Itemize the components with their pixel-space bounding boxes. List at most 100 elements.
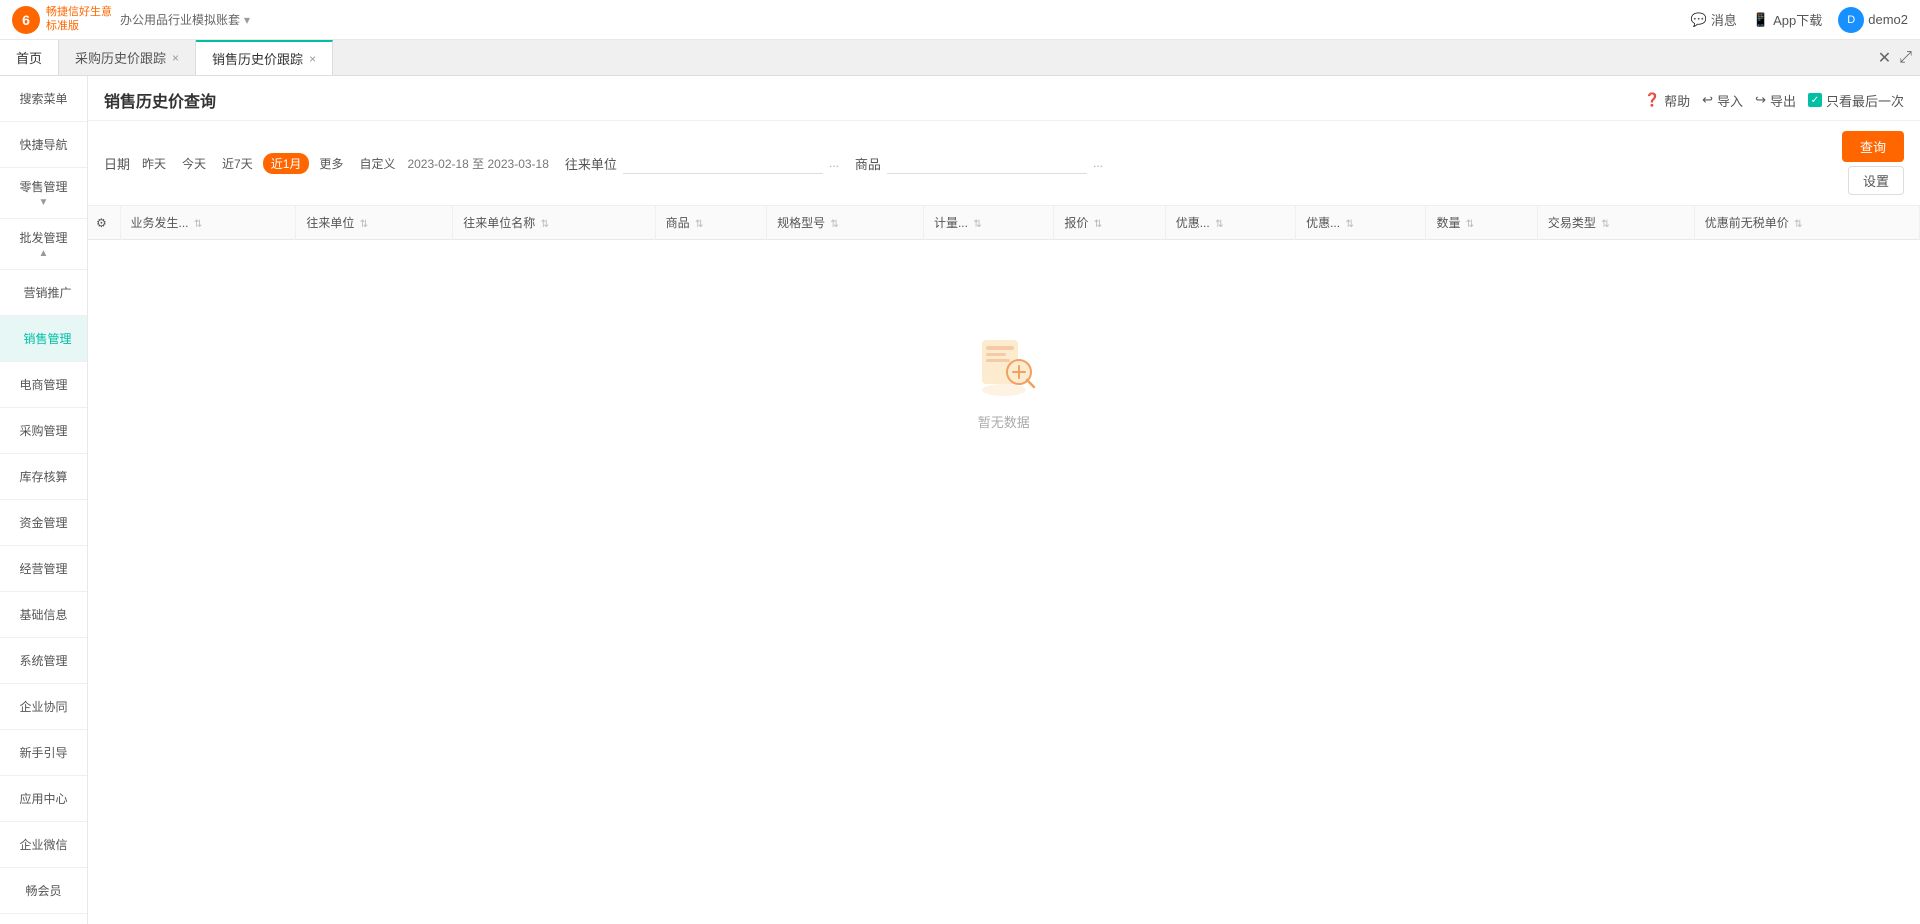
import-button[interactable]: ↩ 导入: [1702, 91, 1743, 110]
app-center-label: 应用中心: [19, 790, 67, 807]
sort-arrows-partner-name: ⇅: [541, 219, 549, 230]
tab-sales-history[interactable]: 销售历史价跟踪 ×: [196, 40, 333, 75]
enterprise-collab-label: 企业协同: [19, 698, 67, 715]
sidebar-item-search-menu[interactable]: 搜索菜单: [0, 76, 87, 122]
breadcrumb-dropdown-icon[interactable]: ▾: [244, 13, 250, 27]
sort-arrows-biz-date: ⇅: [194, 219, 202, 230]
date-range-display: 2023-02-18 至 2023-03-18: [407, 155, 548, 172]
message-button[interactable]: 💬 消息: [1691, 10, 1737, 29]
sidebar-item-enterprise-wechat[interactable]: 企业微信: [0, 822, 87, 868]
from-unit-label: 往来单位: [565, 154, 617, 173]
wholesale-mgmt-label: 批发管理: [19, 229, 67, 246]
sidebar-item-finance-mgmt[interactable]: 资金管理: [0, 500, 87, 546]
date-btn-1month[interactable]: 近1月: [263, 153, 310, 174]
table-header-row: ⚙ 业务发生... ⇅ 往来单位 ⇅ 往来单位名称 ⇅: [88, 206, 1920, 240]
th-discount1[interactable]: 优惠... ⇅: [1165, 206, 1295, 240]
sidebar-item-app-center[interactable]: 应用中心: [0, 776, 87, 822]
from-unit-input[interactable]: [623, 152, 823, 174]
sidebar-item-wholesale-mgmt[interactable]: 批发管理 ▲: [0, 219, 87, 270]
only-last-label: 只看最后一次: [1826, 91, 1904, 110]
app-download-button[interactable]: 📱 App下载: [1753, 10, 1822, 29]
date-btn-7days[interactable]: 近7天: [216, 153, 259, 174]
sidebar-item-member[interactable]: 畅会员: [0, 868, 87, 914]
th-pretax-price-label: 优惠前无税单价: [1705, 216, 1789, 230]
date-btn-yesterday[interactable]: 昨天: [136, 153, 172, 174]
th-quoted-price[interactable]: 报价 ⇅: [1054, 206, 1165, 240]
basic-info-label: 基础信息: [19, 606, 67, 623]
only-last-checkbox[interactable]: ✓ 只看最后一次: [1808, 91, 1904, 110]
tab-expand-button[interactable]: ⤢: [1899, 49, 1912, 67]
th-trade-type-label: 交易类型: [1548, 216, 1596, 230]
table-body: 暂无数据: [88, 240, 1920, 512]
date-btn-today[interactable]: 今天: [176, 153, 212, 174]
th-partner-name[interactable]: 往来单位名称 ⇅: [453, 206, 655, 240]
sidebar-item-retail-mgmt[interactable]: 零售管理 ▼: [0, 168, 87, 219]
inventory-label: 库存核算: [19, 468, 67, 485]
app-download-icon: 📱: [1753, 12, 1769, 28]
sidebar-item-ops-mgmt[interactable]: 经营管理: [0, 546, 87, 592]
goods-filter-group: 商品 ...: [855, 152, 1103, 174]
table-container: ⚙ 业务发生... ⇅ 往来单位 ⇅ 往来单位名称 ⇅: [88, 206, 1920, 924]
th-pretax-price[interactable]: 优惠前无税单价 ⇅: [1694, 206, 1919, 240]
tab-sales-history-label: 销售历史价跟踪: [212, 49, 303, 68]
sidebar: 搜索菜单 快捷导航 零售管理 ▼ 批发管理 ▲ 营销推广 销售管理 电商管理 采…: [0, 76, 88, 924]
from-unit-filter-group: 往来单位 ...: [565, 152, 839, 174]
sidebar-item-ecommerce-mgmt[interactable]: 电商管理: [0, 362, 87, 408]
help-button[interactable]: ❓ 帮助: [1644, 91, 1690, 110]
breadcrumb-area: 办公用品行业模拟账套 ▾: [120, 11, 250, 28]
tab-sales-history-close[interactable]: ×: [309, 52, 316, 66]
sort-arrows-spec: ⇅: [830, 219, 838, 230]
export-button[interactable]: ↪ 导出: [1755, 91, 1796, 110]
th-spec[interactable]: 规格型号 ⇅: [767, 206, 924, 240]
sidebar-item-marketing[interactable]: 营销推广: [0, 270, 87, 316]
sort-arrows-trade-type: ⇅: [1601, 219, 1609, 230]
th-trade-type[interactable]: 交易类型 ⇅: [1537, 206, 1694, 240]
th-unit[interactable]: 计量... ⇅: [923, 206, 1053, 240]
th-partner[interactable]: 往来单位 ⇅: [296, 206, 453, 240]
th-goods[interactable]: 商品 ⇅: [655, 206, 766, 240]
checkbox-checked-icon: ✓: [1808, 93, 1822, 107]
sidebar-item-basic-info[interactable]: 基础信息: [0, 592, 87, 638]
sidebar-item-sys-mgmt[interactable]: 系统管理: [0, 638, 87, 684]
ecommerce-mgmt-label: 电商管理: [19, 376, 67, 393]
username-label: demo2: [1868, 12, 1908, 27]
th-discount2[interactable]: 优惠... ⇅: [1296, 206, 1426, 240]
tab-close-all-button[interactable]: ✕: [1878, 48, 1891, 68]
empty-state-icon: [964, 320, 1044, 400]
sort-arrows-quantity: ⇅: [1466, 219, 1474, 230]
tab-purchase-history[interactable]: 采购历史价跟踪 ×: [59, 40, 196, 75]
top-bar-left: 6 畅捷信好生意 标准版 办公用品行业模拟账套 ▾: [12, 6, 250, 34]
sidebar-item-purchase-mgmt[interactable]: 采购管理: [0, 408, 87, 454]
from-unit-dots: ...: [829, 156, 839, 170]
search-menu-label: 搜索菜单: [19, 90, 67, 107]
filter-bar: 日期 昨天 今天 近7天 近1月 更多 自定义 2023-02-18 至 202…: [88, 121, 1920, 206]
sidebar-item-sales-mgmt[interactable]: 销售管理: [0, 316, 87, 362]
goods-input[interactable]: [887, 152, 1087, 174]
tab-purchase-history-label: 采购历史价跟踪: [75, 48, 166, 67]
sidebar-item-inventory[interactable]: 库存核算: [0, 454, 87, 500]
wholesale-mgmt-arrow: ▲: [39, 248, 49, 259]
date-btn-custom[interactable]: 自定义: [353, 153, 401, 174]
avatar-initials: D: [1847, 14, 1855, 26]
settings-button[interactable]: 设置: [1848, 166, 1904, 195]
th-quantity[interactable]: 数量 ⇅: [1426, 206, 1537, 240]
sidebar-item-quick-nav[interactable]: 快捷导航: [0, 122, 87, 168]
logo-text: 畅捷信好生意 标准版: [46, 6, 112, 32]
content-area: 销售历史价查询 ❓ 帮助 ↩ 导入 ↪ 导出 ✓ 只看最后一次: [88, 76, 1920, 924]
sidebar-item-beginner-guide[interactable]: 新手引导: [0, 730, 87, 776]
th-biz-date[interactable]: 业务发生... ⇅: [120, 206, 296, 240]
user-avatar-button[interactable]: D demo2: [1838, 7, 1908, 33]
query-button[interactable]: 查询: [1842, 131, 1904, 162]
th-spec-label: 规格型号: [777, 216, 825, 230]
th-settings[interactable]: ⚙: [88, 206, 120, 240]
th-unit-label: 计量...: [934, 216, 968, 230]
export-icon: ↪: [1755, 92, 1766, 108]
sidebar-item-enterprise-collab[interactable]: 企业协同: [0, 684, 87, 730]
date-btn-more[interactable]: 更多: [313, 153, 349, 174]
date-range-text: 2023-02-18 至 2023-03-18: [407, 157, 548, 171]
tab-purchase-history-close[interactable]: ×: [172, 51, 179, 65]
empty-text: 暂无数据: [978, 412, 1030, 431]
sort-arrows-goods: ⇅: [695, 219, 703, 230]
th-partner-name-label: 往来单位名称: [463, 216, 535, 230]
tab-home[interactable]: 首页: [0, 40, 59, 75]
